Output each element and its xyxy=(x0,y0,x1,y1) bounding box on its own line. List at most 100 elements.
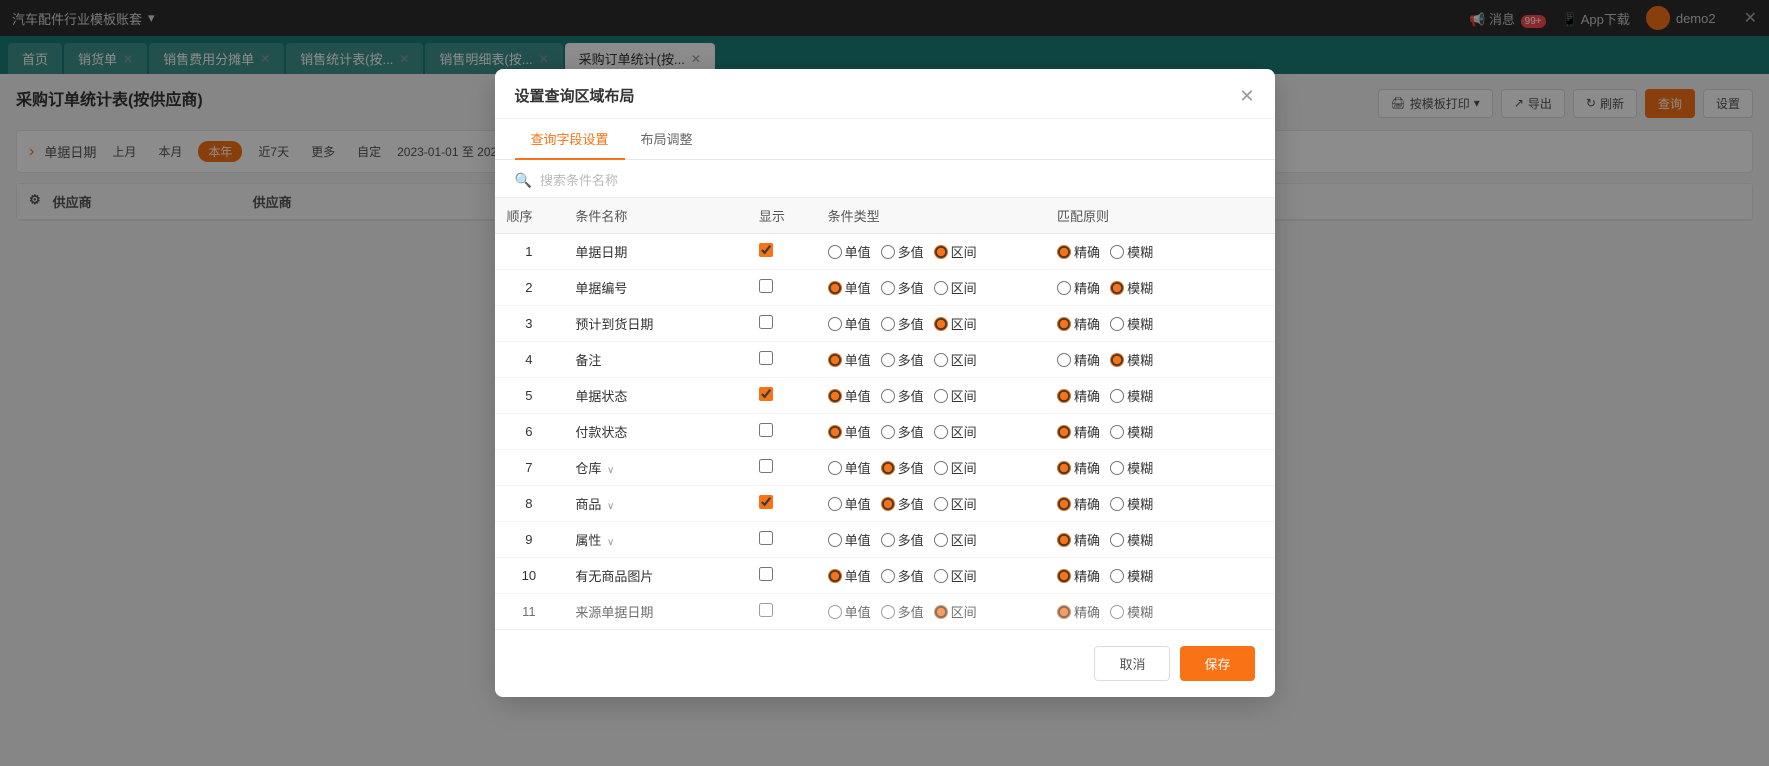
match-exact-label[interactable]: 精确 xyxy=(1057,494,1100,513)
type-range-label[interactable]: 区间 xyxy=(934,314,977,333)
type-single-label[interactable]: 单值 xyxy=(828,278,871,297)
type-multi-radio[interactable] xyxy=(881,317,895,331)
match-fuzzy-label[interactable]: 模糊 xyxy=(1110,278,1153,297)
type-multi-label[interactable]: 多值 xyxy=(881,602,924,621)
match-exact-radio[interactable] xyxy=(1057,497,1071,511)
cancel-button[interactable]: 取消 xyxy=(1094,646,1170,681)
match-exact-radio[interactable] xyxy=(1057,425,1071,439)
type-multi-label[interactable]: 多值 xyxy=(881,566,924,585)
match-exact-label[interactable]: 精确 xyxy=(1057,530,1100,549)
type-single-radio[interactable] xyxy=(828,245,842,259)
match-fuzzy-radio[interactable] xyxy=(1110,353,1124,367)
type-range-radio[interactable] xyxy=(934,389,948,403)
row-show-checkbox[interactable] xyxy=(759,459,773,473)
type-multi-label[interactable]: 多值 xyxy=(881,530,924,549)
type-single-radio[interactable] xyxy=(828,425,842,439)
match-fuzzy-label[interactable]: 模糊 xyxy=(1110,494,1153,513)
match-fuzzy-radio[interactable] xyxy=(1110,425,1124,439)
type-range-label[interactable]: 区间 xyxy=(934,242,977,261)
search-input[interactable] xyxy=(540,173,740,188)
type-multi-label[interactable]: 多值 xyxy=(881,386,924,405)
type-range-label[interactable]: 区间 xyxy=(934,566,977,585)
match-fuzzy-label[interactable]: 模糊 xyxy=(1110,314,1153,333)
type-single-label[interactable]: 单值 xyxy=(828,494,871,513)
type-single-radio[interactable] xyxy=(828,389,842,403)
match-exact-radio[interactable] xyxy=(1057,317,1071,331)
match-fuzzy-label[interactable]: 模糊 xyxy=(1110,350,1153,369)
match-exact-radio[interactable] xyxy=(1057,353,1071,367)
row-show-checkbox[interactable] xyxy=(759,423,773,437)
match-exact-label[interactable]: 精确 xyxy=(1057,602,1100,621)
match-fuzzy-label[interactable]: 模糊 xyxy=(1110,602,1153,621)
type-multi-label[interactable]: 多值 xyxy=(881,242,924,261)
row-show-checkbox[interactable] xyxy=(759,387,773,401)
save-button[interactable]: 保存 xyxy=(1180,646,1254,681)
row-show-checkbox[interactable] xyxy=(759,315,773,329)
tab-query-fields[interactable]: 查询字段设置 xyxy=(515,119,625,160)
type-range-radio[interactable] xyxy=(934,245,948,259)
match-exact-label[interactable]: 精确 xyxy=(1057,242,1100,261)
type-multi-label[interactable]: 多值 xyxy=(881,458,924,477)
match-fuzzy-label[interactable]: 模糊 xyxy=(1110,458,1153,477)
type-single-label[interactable]: 单值 xyxy=(828,530,871,549)
type-single-radio[interactable] xyxy=(828,497,842,511)
type-range-label[interactable]: 区间 xyxy=(934,350,977,369)
match-fuzzy-radio[interactable] xyxy=(1110,245,1124,259)
row-show-checkbox[interactable] xyxy=(759,351,773,365)
type-range-radio[interactable] xyxy=(934,317,948,331)
type-multi-label[interactable]: 多值 xyxy=(881,314,924,333)
match-exact-radio[interactable] xyxy=(1057,533,1071,547)
match-fuzzy-label[interactable]: 模糊 xyxy=(1110,566,1153,585)
type-range-radio[interactable] xyxy=(934,461,948,475)
match-fuzzy-radio[interactable] xyxy=(1110,605,1124,619)
type-single-radio[interactable] xyxy=(828,569,842,583)
type-multi-radio[interactable] xyxy=(881,245,895,259)
match-exact-radio[interactable] xyxy=(1057,281,1071,295)
match-exact-label[interactable]: 精确 xyxy=(1057,350,1100,369)
type-multi-radio[interactable] xyxy=(881,425,895,439)
match-fuzzy-label[interactable]: 模糊 xyxy=(1110,386,1153,405)
type-single-radio[interactable] xyxy=(828,317,842,331)
tab-layout-adjust[interactable]: 布局调整 xyxy=(625,119,709,160)
type-single-label[interactable]: 单值 xyxy=(828,242,871,261)
type-single-label[interactable]: 单值 xyxy=(828,602,871,621)
match-fuzzy-label[interactable]: 模糊 xyxy=(1110,242,1153,261)
type-single-label[interactable]: 单值 xyxy=(828,350,871,369)
type-multi-radio[interactable] xyxy=(881,497,895,511)
type-range-radio[interactable] xyxy=(934,281,948,295)
type-range-label[interactable]: 区间 xyxy=(934,278,977,297)
match-exact-radio[interactable] xyxy=(1057,605,1071,619)
type-single-radio[interactable] xyxy=(828,353,842,367)
type-range-label[interactable]: 区间 xyxy=(934,530,977,549)
match-fuzzy-radio[interactable] xyxy=(1110,569,1124,583)
type-multi-label[interactable]: 多值 xyxy=(881,278,924,297)
type-multi-radio[interactable] xyxy=(881,533,895,547)
type-single-radio[interactable] xyxy=(828,281,842,295)
type-multi-radio[interactable] xyxy=(881,389,895,403)
type-multi-label[interactable]: 多值 xyxy=(881,494,924,513)
type-range-label[interactable]: 区间 xyxy=(934,422,977,441)
type-range-label[interactable]: 区间 xyxy=(934,602,977,621)
match-fuzzy-radio[interactable] xyxy=(1110,533,1124,547)
match-fuzzy-radio[interactable] xyxy=(1110,461,1124,475)
match-fuzzy-radio[interactable] xyxy=(1110,389,1124,403)
type-single-label[interactable]: 单值 xyxy=(828,566,871,585)
match-fuzzy-radio[interactable] xyxy=(1110,497,1124,511)
type-range-radio[interactable] xyxy=(934,569,948,583)
match-exact-label[interactable]: 精确 xyxy=(1057,422,1100,441)
match-exact-label[interactable]: 精确 xyxy=(1057,566,1100,585)
type-single-radio[interactable] xyxy=(828,605,842,619)
type-single-label[interactable]: 单值 xyxy=(828,458,871,477)
type-range-label[interactable]: 区间 xyxy=(934,458,977,477)
type-range-label[interactable]: 区间 xyxy=(934,494,977,513)
row-show-checkbox[interactable] xyxy=(759,531,773,545)
match-exact-label[interactable]: 精确 xyxy=(1057,314,1100,333)
match-exact-radio[interactable] xyxy=(1057,389,1071,403)
type-single-label[interactable]: 单值 xyxy=(828,386,871,405)
row-show-checkbox[interactable] xyxy=(759,243,773,257)
row-show-checkbox[interactable] xyxy=(759,279,773,293)
row-show-checkbox[interactable] xyxy=(759,603,773,617)
type-multi-radio[interactable] xyxy=(881,605,895,619)
type-single-radio[interactable] xyxy=(828,533,842,547)
match-fuzzy-radio[interactable] xyxy=(1110,317,1124,331)
